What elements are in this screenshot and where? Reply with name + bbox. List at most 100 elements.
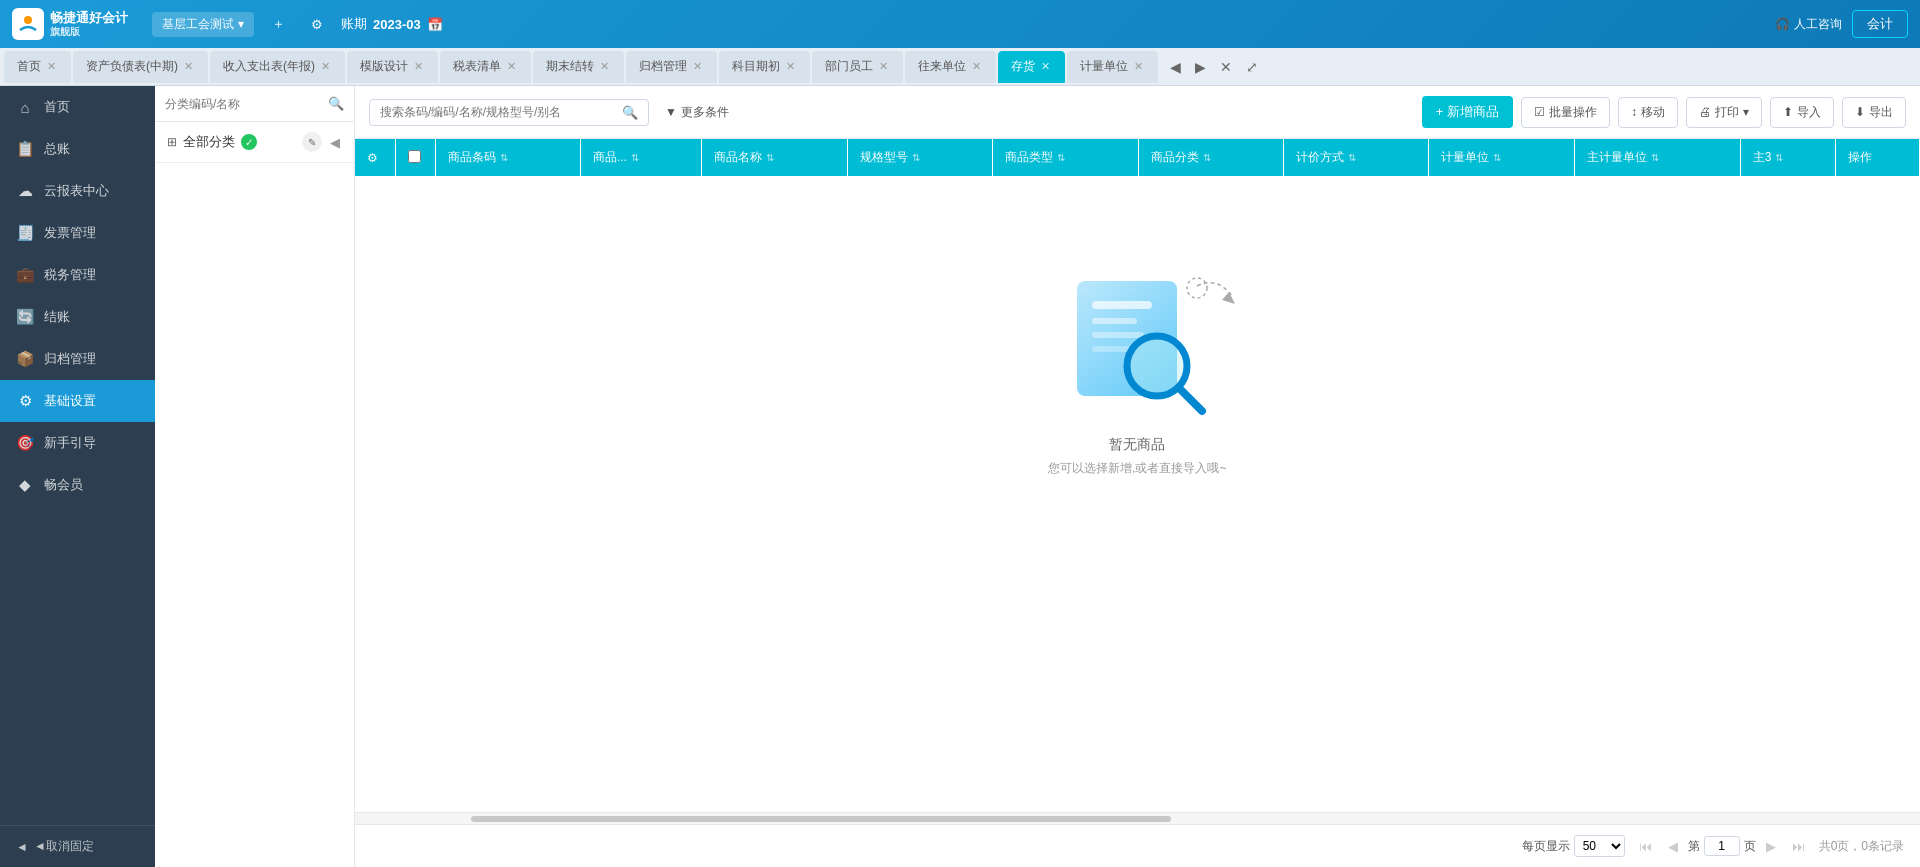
tab-balance[interactable]: 资产负债表(中期) ✕: [73, 51, 208, 83]
col-main-unit-header[interactable]: 主计量单位 ⇅: [1574, 139, 1740, 176]
tab-period-end[interactable]: 期末结转 ✕: [533, 51, 624, 83]
select-all-checkbox[interactable]: [408, 150, 421, 163]
move-icon: ↕: [1631, 105, 1637, 119]
tab-unit[interactable]: 计量单位 ✕: [1067, 51, 1158, 83]
tab-dept-staff[interactable]: 部门员工 ✕: [812, 51, 903, 83]
sidebar-item-member[interactable]: ◆ 畅会员: [0, 464, 155, 506]
svg-marker-9: [1222, 292, 1235, 304]
tab-taxclear[interactable]: 税表清单 ✕: [440, 51, 531, 83]
search-icon[interactable]: 🔍: [622, 105, 638, 120]
toolbar: 🔍 ▼ 更多条件 + 新增商品 ☑ 批量操作 ↕: [355, 86, 1920, 139]
col-type-header[interactable]: 商品类型 ⇅: [993, 139, 1138, 176]
tab-balance-close[interactable]: ✕: [182, 59, 195, 74]
page-number-input[interactable]: [1704, 836, 1740, 856]
import-button[interactable]: ⬆ 导入: [1770, 97, 1834, 128]
sidebar-item-invoice[interactable]: 🧾 发票管理: [0, 212, 155, 254]
settings-button[interactable]: ⚙: [303, 13, 331, 36]
svg-point-0: [24, 16, 32, 24]
tab-template[interactable]: 模版设计 ✕: [347, 51, 438, 83]
account-button[interactable]: 会计: [1852, 10, 1908, 38]
col-extra-header[interactable]: 主3 ⇅: [1740, 139, 1835, 176]
col-unit-label: 计量单位: [1441, 149, 1489, 166]
col-gear-header[interactable]: ⚙: [355, 139, 395, 176]
tab-archive[interactable]: 归档管理 ✕: [626, 51, 717, 83]
col-price-mode-header[interactable]: 计价方式 ⇅: [1284, 139, 1429, 176]
horizontal-scrollbar[interactable]: [471, 816, 1171, 822]
first-page-button[interactable]: ⏮: [1633, 836, 1658, 857]
page-size-area: 每页显示 10 20 50 100: [1522, 835, 1625, 857]
category-search-input[interactable]: [165, 97, 322, 111]
col-name-label: 商品名称: [714, 149, 762, 166]
sidebar-item-tax[interactable]: 💼 税务管理: [0, 254, 155, 296]
col-unit-header[interactable]: 计量单位 ⇅: [1429, 139, 1574, 176]
calendar-icon[interactable]: 📅: [427, 17, 443, 32]
col-barcode-header[interactable]: 商品条码 ⇅: [435, 139, 580, 176]
tab-home[interactable]: 首页 ✕: [4, 51, 71, 83]
table-header-row: ⚙ 商品条码 ⇅: [355, 139, 1920, 176]
category-search-icon[interactable]: 🔍: [328, 96, 344, 111]
tab-scroll-right[interactable]: ▶: [1189, 55, 1212, 79]
tab-subject-init[interactable]: 科目期初 ✕: [719, 51, 810, 83]
tab-close-all[interactable]: ✕: [1214, 55, 1238, 79]
sidebar-item-checkout[interactable]: 🔄 结账: [0, 296, 155, 338]
col-name-header[interactable]: 商品名称 ⇅: [702, 139, 847, 176]
col-spec-header[interactable]: 规格型号 ⇅: [847, 139, 992, 176]
tab-unit-close[interactable]: ✕: [1132, 59, 1145, 74]
workspace-selector[interactable]: 基层工会测试 ▾: [152, 12, 254, 37]
tab-scroll-left[interactable]: ◀: [1164, 55, 1187, 79]
col-price-sort: ⇅: [1348, 152, 1356, 163]
sidebar-item-home[interactable]: ⌂ 首页: [0, 86, 155, 128]
add-product-button[interactable]: + 新增商品: [1422, 96, 1513, 128]
ai-consult-button[interactable]: 🎧 人工咨询: [1775, 16, 1842, 33]
col-code-header[interactable]: 商品... ⇅: [580, 139, 701, 176]
tab-maximize[interactable]: ⤢: [1240, 55, 1264, 79]
prev-page-button[interactable]: ◀: [1662, 836, 1684, 857]
sidebar-bottom[interactable]: ◄ ◄取消固定: [0, 825, 155, 867]
tab-dept-staff-close[interactable]: ✕: [877, 59, 890, 74]
page-total: 共0页，0条记录: [1819, 838, 1904, 855]
tab-period-end-close[interactable]: ✕: [598, 59, 611, 74]
headset-icon: 🎧: [1775, 17, 1790, 31]
col-main-unit-sort: ⇅: [1651, 152, 1659, 163]
move-button[interactable]: ↕ 移动: [1618, 97, 1678, 128]
collapse-button[interactable]: ◀: [328, 133, 342, 152]
sidebar-item-basic-settings[interactable]: ⚙ 基础设置: [0, 380, 155, 422]
svg-rect-2: [1092, 301, 1152, 309]
main-layout: ⌂ 首页 📋 总账 ☁ 云报表中心 🧾 发票管理 💼 税务管理 🔄 结账 📦 归…: [0, 86, 1920, 867]
logo-area: 畅捷通好会计 旗舰版: [12, 8, 142, 40]
category-header[interactable]: ⊞ 全部分类 ✓ ✎ ◀: [155, 122, 354, 163]
sidebar-item-ledger[interactable]: 📋 总账: [0, 128, 155, 170]
tab-inventory[interactable]: 存货 ✕: [998, 51, 1065, 83]
unpin-icon: ◄: [16, 840, 28, 854]
col-checkbox-header[interactable]: [395, 139, 435, 176]
page-label: 页: [1744, 838, 1756, 855]
tab-home-close[interactable]: ✕: [45, 59, 58, 74]
page-size-select[interactable]: 10 20 50 100: [1574, 835, 1625, 857]
tab-taxclear-close[interactable]: ✕: [505, 59, 518, 74]
unpin-button[interactable]: ◄ ◄取消固定: [16, 838, 139, 855]
filter-label: 更多条件: [681, 104, 729, 121]
next-page-button[interactable]: ▶: [1760, 836, 1782, 857]
tab-template-close[interactable]: ✕: [412, 59, 425, 74]
tab-inventory-close[interactable]: ✕: [1039, 59, 1052, 74]
tab-income[interactable]: 收入支出表(年报) ✕: [210, 51, 345, 83]
tab-template-label: 模版设计: [360, 58, 408, 75]
sidebar-item-guide[interactable]: 🎯 新手引导: [0, 422, 155, 464]
tab-partner[interactable]: 往来单位 ✕: [905, 51, 996, 83]
tab-archive-close[interactable]: ✕: [691, 59, 704, 74]
add-tab-button[interactable]: ＋: [264, 11, 293, 37]
table-container: ⚙ 商品条码 ⇅: [355, 139, 1920, 812]
col-category-header[interactable]: 商品分类 ⇅: [1138, 139, 1283, 176]
sidebar-item-reports[interactable]: ☁ 云报表中心: [0, 170, 155, 212]
print-button[interactable]: 🖨 打印 ▾: [1686, 97, 1762, 128]
filter-button[interactable]: ▼ 更多条件: [657, 99, 737, 126]
product-search-input[interactable]: [380, 105, 616, 119]
tab-subject-init-close[interactable]: ✕: [784, 59, 797, 74]
tab-partner-close[interactable]: ✕: [970, 59, 983, 74]
batch-button[interactable]: ☑ 批量操作: [1521, 97, 1610, 128]
tab-income-close[interactable]: ✕: [319, 59, 332, 74]
last-page-button[interactable]: ⏭: [1786, 836, 1811, 857]
sidebar-item-archive[interactable]: 📦 归档管理: [0, 338, 155, 380]
export-button[interactable]: ⬇ 导出: [1842, 97, 1906, 128]
category-edit-icon[interactable]: ✎: [302, 132, 322, 152]
